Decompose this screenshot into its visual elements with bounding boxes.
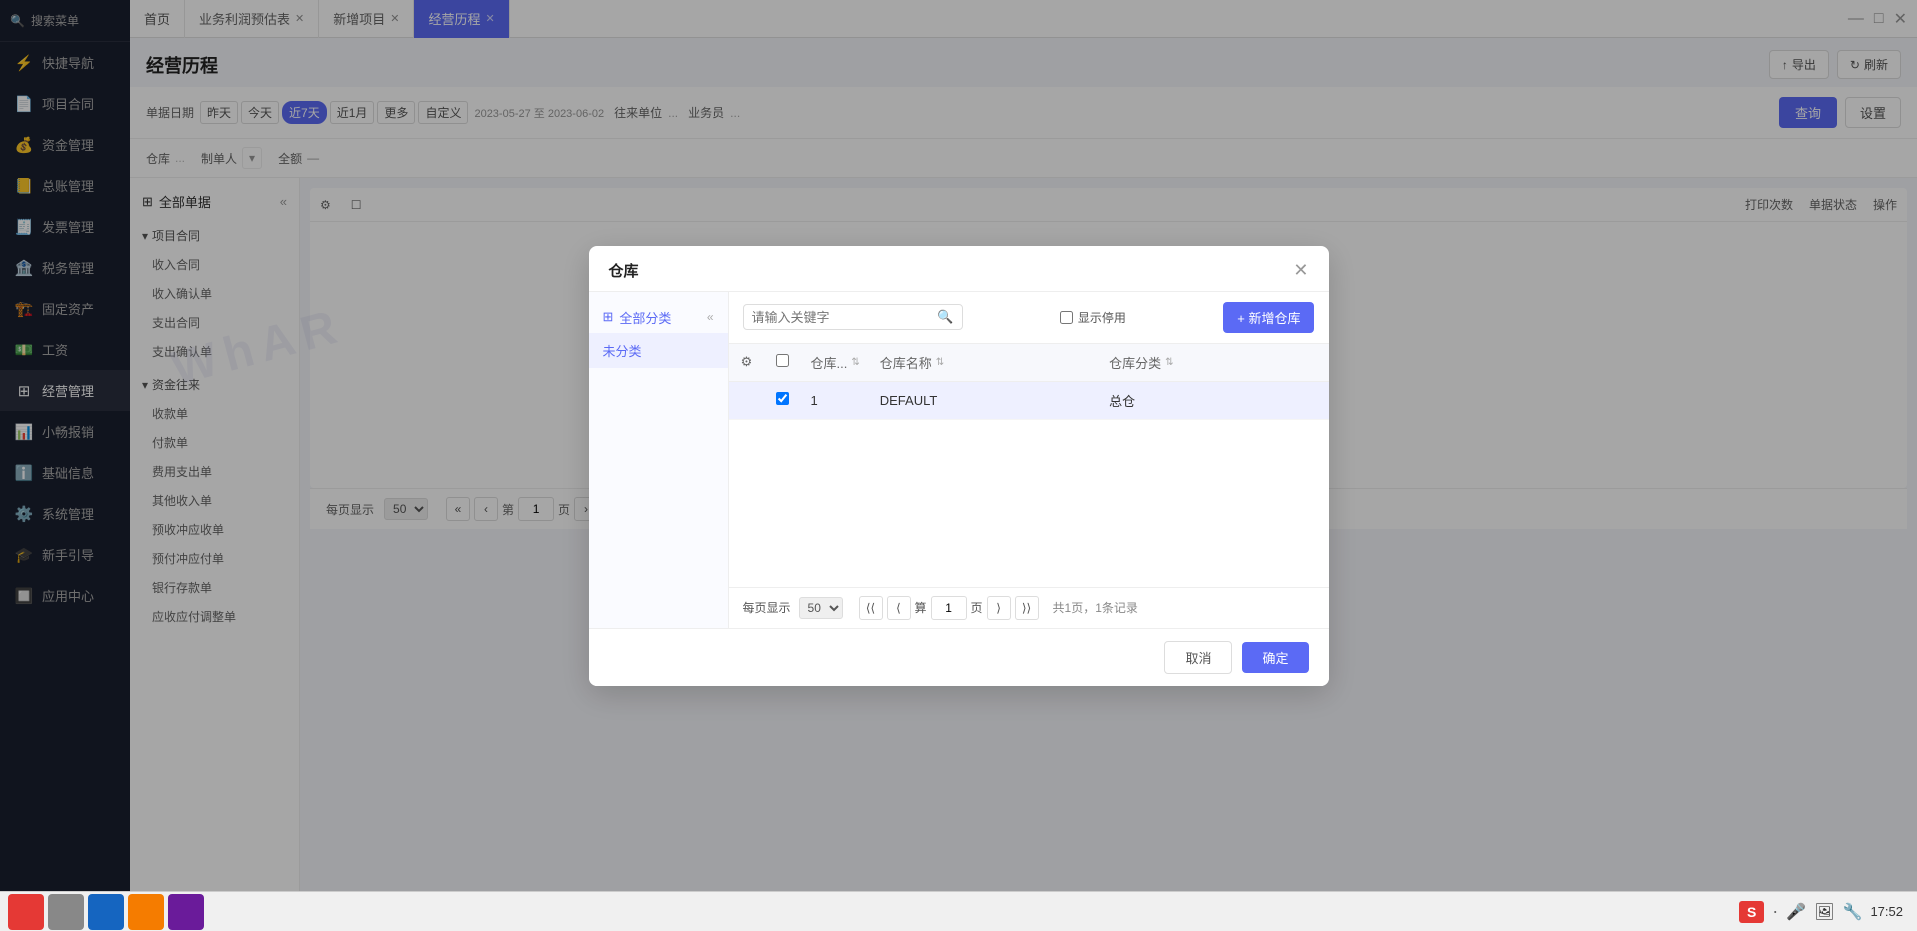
- modal-last-page-btn[interactable]: ⟩⟩: [1015, 596, 1039, 620]
- taskbar-app-icon-2[interactable]: [48, 894, 84, 930]
- modal-tree-all[interactable]: ⊞ 全部分类: [603, 308, 672, 327]
- taskbar-app-icon-3[interactable]: [88, 894, 124, 930]
- modal-pagination: 每页显示 50 ⟨⟨ ⟨ 算 页 ⟩ ⟩⟩ 共1页，1条记录: [729, 587, 1329, 628]
- modal-dialog: 仓库 ✕ ⊞ 全部分类 « 未分类: [589, 246, 1329, 686]
- row-check-cell: [765, 381, 801, 419]
- modal-tree-unclassified-label: 未分类: [603, 341, 642, 360]
- name-col-header: 仓库名称 ⇅: [880, 353, 1089, 372]
- table-row[interactable]: 1 DEFAULT 总仓: [729, 381, 1329, 419]
- table-spacer: [729, 420, 1329, 587]
- show-disabled-checkbox[interactable]: 显示停用: [1060, 309, 1126, 326]
- grid-icon: ⊞: [603, 309, 614, 325]
- taskbar: S · 🎤 🖼 🔧 17:52: [0, 891, 1917, 931]
- add-warehouse-button[interactable]: + 新增仓库: [1223, 302, 1314, 333]
- modal-body: ⊞ 全部分类 « 未分类 🔍: [589, 292, 1329, 628]
- taskbar-app-icon-1[interactable]: [8, 894, 44, 930]
- row-id-cell: 1: [801, 381, 870, 419]
- taskbar-app-icon-4[interactable]: [128, 894, 164, 930]
- id-col-header: 仓库... ⇅: [811, 353, 860, 372]
- category-sort-icon: ⇅: [1165, 357, 1173, 368]
- modal-next-page-btn[interactable]: ⟩: [987, 596, 1011, 620]
- category-col-header: 仓库分类 ⇅: [1109, 353, 1318, 372]
- modal-right-panel: 🔍 显示停用 + 新增仓库 ⚙: [729, 292, 1329, 628]
- modal-tree-unclassified[interactable]: 未分类: [589, 333, 728, 368]
- taskbar-apps: [0, 894, 204, 930]
- modal-search-icon: 🔍: [937, 309, 953, 325]
- table-header-row: ⚙ 仓库... ⇅: [729, 344, 1329, 382]
- th-name[interactable]: 仓库名称 ⇅: [870, 344, 1099, 382]
- modal-first-page-btn[interactable]: ⟨⟨: [859, 596, 883, 620]
- show-disabled-label: 显示停用: [1078, 309, 1126, 326]
- modal-close-btn[interactable]: ✕: [1293, 260, 1308, 281]
- th-checkbox: [765, 344, 801, 382]
- row-settings-cell: [729, 381, 765, 419]
- modal-tree-header: ⊞ 全部分类 «: [589, 302, 728, 333]
- modal-page-size-select[interactable]: 50: [799, 597, 843, 619]
- tray-settings-icon: 🔧: [1843, 902, 1863, 922]
- modal-header: 仓库 ✕: [589, 246, 1329, 292]
- id-sort-icon: ⇅: [851, 357, 859, 368]
- name-sort-icon: ⇅: [936, 357, 944, 368]
- id-col-label: 仓库...: [811, 353, 848, 372]
- show-disabled-input[interactable]: [1060, 311, 1073, 324]
- th-category[interactable]: 仓库分类 ⇅: [1099, 344, 1328, 382]
- category-col-label: 仓库分类: [1109, 353, 1161, 372]
- taskbar-app-icon-5[interactable]: [168, 894, 204, 930]
- modal-page-size-label: 每页显示: [743, 599, 791, 616]
- modal-tree-all-label: 全部分类: [619, 308, 671, 327]
- modal-toolbar: 🔍 显示停用 + 新增仓库: [729, 292, 1329, 344]
- modal-prev-page-btn[interactable]: ⟨: [887, 596, 911, 620]
- modal-table: ⚙ 仓库... ⇅: [729, 344, 1329, 587]
- tray-mic-icon: 🎤: [1786, 902, 1806, 922]
- tray-s-icon: S: [1739, 901, 1764, 923]
- cancel-button[interactable]: 取消: [1164, 641, 1232, 674]
- th-settings[interactable]: ⚙: [729, 344, 765, 382]
- modal-overlay[interactable]: 仓库 ✕ ⊞ 全部分类 « 未分类: [0, 0, 1917, 931]
- modal-search-box: 🔍: [743, 304, 963, 330]
- modal-page-label: 页: [971, 599, 983, 616]
- confirm-button[interactable]: 确定: [1242, 642, 1308, 673]
- modal-tree-collapse-icon[interactable]: «: [707, 310, 714, 324]
- row-code-cell: DEFAULT: [870, 381, 1099, 419]
- name-col-label: 仓库名称: [880, 353, 932, 372]
- settings-icon: ⚙: [741, 354, 753, 369]
- modal-tree: ⊞ 全部分类 « 未分类: [589, 292, 729, 628]
- row-name-cell: 总仓: [1099, 381, 1328, 419]
- modal-footer: 取消 确定: [589, 628, 1329, 686]
- modal-title: 仓库: [609, 260, 639, 281]
- tray-screen-icon: 🖼: [1814, 902, 1834, 922]
- modal-search-input[interactable]: [752, 310, 932, 325]
- th-id[interactable]: 仓库... ⇅: [801, 344, 870, 382]
- taskbar-time: 17:52: [1870, 904, 1903, 919]
- modal-page-label-pre: 算: [915, 599, 927, 616]
- row-checkbox[interactable]: [776, 392, 789, 405]
- select-all-checkbox[interactable]: [776, 354, 789, 367]
- modal-page-input[interactable]: [931, 596, 967, 620]
- taskbar-right: S · 🎤 🖼 🔧 17:52: [1739, 901, 1917, 923]
- modal-pagination-btns: ⟨⟨ ⟨ 算 页 ⟩ ⟩⟩: [859, 596, 1039, 620]
- tray-dot-icon: ·: [1772, 901, 1778, 922]
- modal-total-records: 共1页，1条记录: [1053, 599, 1138, 616]
